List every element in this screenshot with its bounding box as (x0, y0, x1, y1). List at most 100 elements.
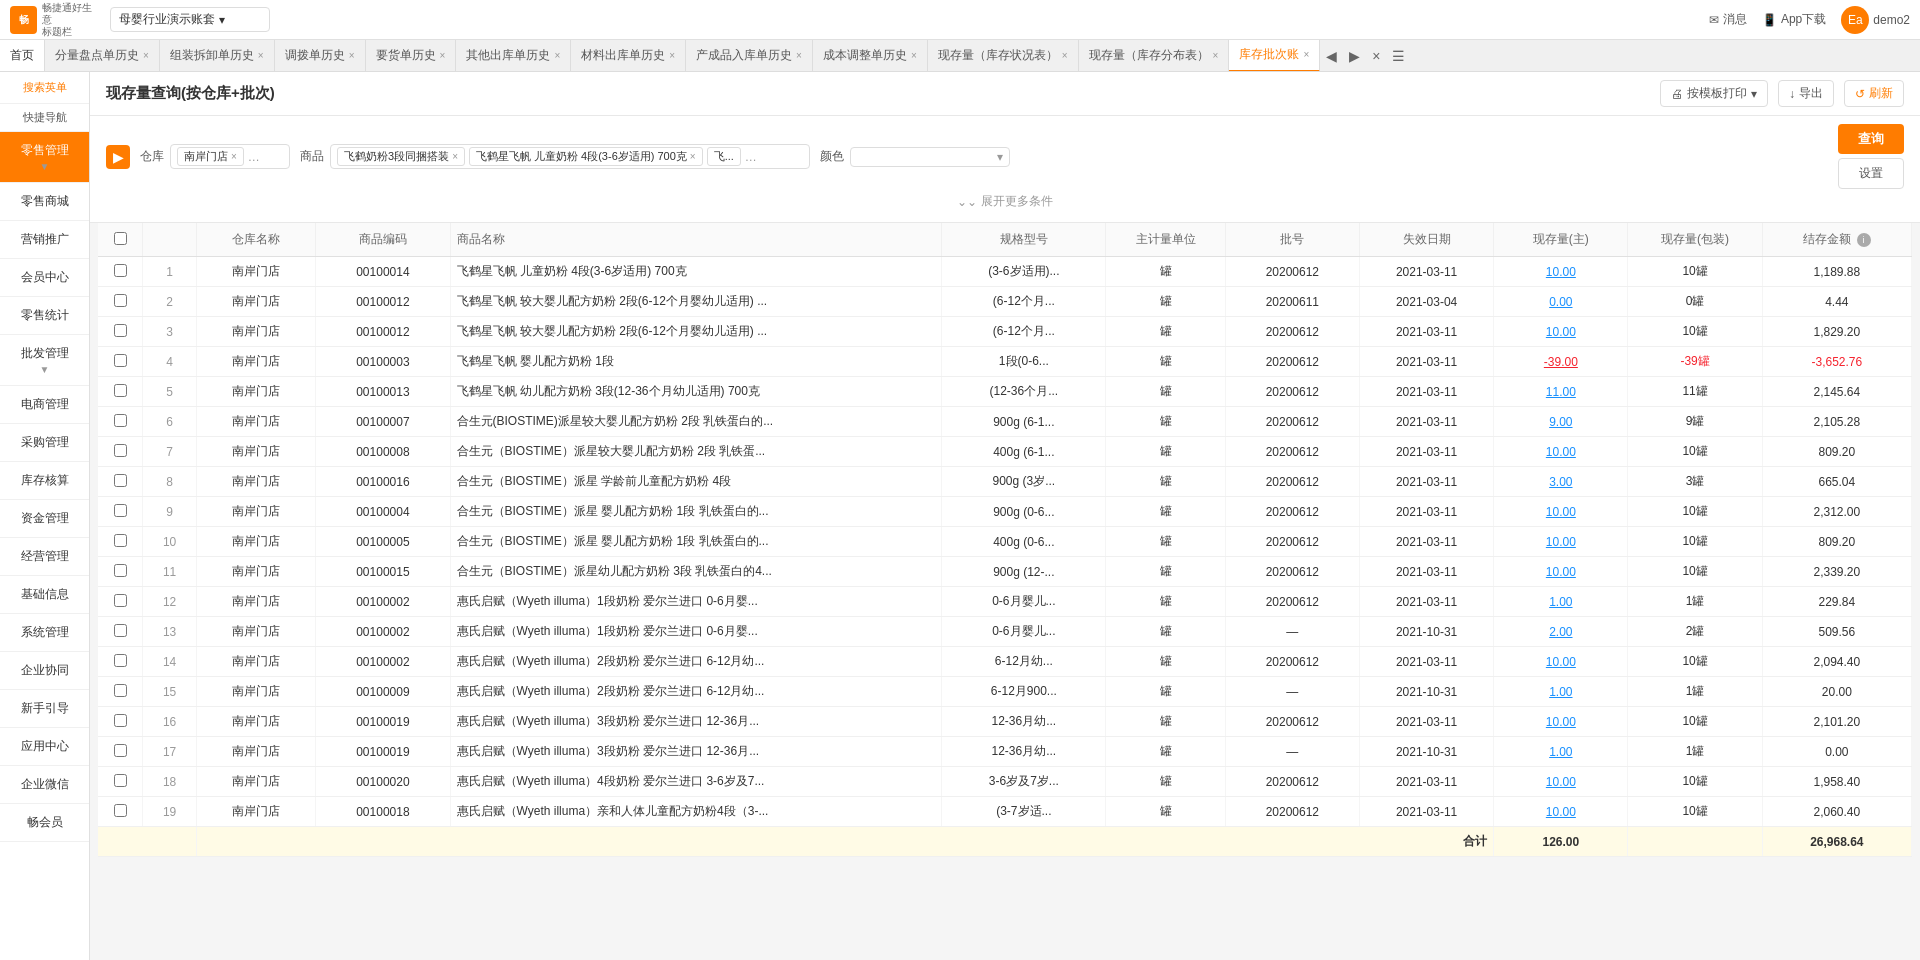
row-checkbox[interactable] (114, 684, 127, 697)
row-checkbox-cell[interactable] (98, 407, 143, 437)
row-checkbox-cell[interactable] (98, 287, 143, 317)
row-checkbox[interactable] (114, 594, 127, 607)
sidebar-item-inventory[interactable]: 库存核算 (0, 462, 89, 500)
row-stock-main[interactable]: 10.00 (1494, 767, 1628, 797)
sidebar-item-vip[interactable]: 畅会员 (0, 804, 89, 842)
warehouse-tag-container[interactable]: 南岸门店 × … (170, 144, 290, 169)
refresh-button[interactable]: ↺ 刷新 (1844, 80, 1904, 107)
close-icon[interactable]: × (349, 50, 355, 61)
row-checkbox-cell[interactable] (98, 737, 143, 767)
select-all-checkbox[interactable] (114, 232, 127, 245)
close-icon[interactable]: × (258, 50, 264, 61)
sidebar-item-system[interactable]: 系统管理 (0, 614, 89, 652)
sidebar-item-app-center[interactable]: 应用中心 (0, 728, 89, 766)
tab-prev-btn[interactable]: ◀ (1320, 48, 1343, 64)
row-stock-main[interactable]: 10.00 (1494, 257, 1628, 287)
tab-menu-btn[interactable]: ☰ (1386, 48, 1411, 64)
row-stock-main[interactable]: 10.00 (1494, 527, 1628, 557)
row-checkbox[interactable] (114, 654, 127, 667)
row-checkbox[interactable] (114, 444, 127, 457)
more-product-options[interactable]: … (745, 150, 757, 164)
row-checkbox[interactable] (114, 354, 127, 367)
close-icon[interactable]: × (554, 50, 560, 61)
sidebar-item-finance[interactable]: 资金管理 (0, 500, 89, 538)
row-checkbox[interactable] (114, 474, 127, 487)
sidebar-item-retail-stats[interactable]: 零售统计 (0, 297, 89, 335)
close-icon[interactable]: × (911, 50, 917, 61)
row-checkbox[interactable] (114, 264, 127, 277)
row-stock-main[interactable]: 3.00 (1494, 467, 1628, 497)
row-stock-main[interactable]: 1.00 (1494, 737, 1628, 767)
sidebar-item-basic-info[interactable]: 基础信息 (0, 576, 89, 614)
row-checkbox-cell[interactable] (98, 317, 143, 347)
sidebar-quick-nav[interactable]: 快捷导航 (0, 104, 89, 132)
sidebar-item-purchase[interactable]: 采购管理 (0, 424, 89, 462)
close-icon[interactable]: × (143, 50, 149, 61)
user-profile[interactable]: Ea demo2 (1841, 6, 1910, 34)
tab-diaob[interactable]: 调拨单历史 × (275, 40, 366, 72)
row-checkbox-cell[interactable] (98, 467, 143, 497)
row-checkbox-cell[interactable] (98, 797, 143, 827)
remove-product-tag-2[interactable]: × (690, 151, 696, 162)
row-checkbox-cell[interactable] (98, 587, 143, 617)
remove-product-tag-1[interactable]: × (452, 151, 458, 162)
row-checkbox-cell[interactable] (98, 617, 143, 647)
row-stock-main[interactable]: 10.00 (1494, 707, 1628, 737)
expand-more-button[interactable]: ⌄⌄ 展开更多条件 (106, 189, 1904, 214)
row-stock-main[interactable]: 1.00 (1494, 587, 1628, 617)
filter-expand-button[interactable]: ▶ (106, 145, 130, 169)
export-button[interactable]: ↓ 导出 (1778, 80, 1834, 107)
row-stock-main[interactable]: 1.00 (1494, 677, 1628, 707)
row-checkbox-cell[interactable] (98, 497, 143, 527)
org-selector[interactable]: 母婴行业演示账套 ▾ (110, 7, 270, 32)
setting-button[interactable]: 设置 (1838, 158, 1904, 189)
sidebar-search[interactable]: 搜索英单 (0, 72, 89, 104)
row-stock-main[interactable]: 10.00 (1494, 497, 1628, 527)
row-checkbox-cell[interactable] (98, 707, 143, 737)
tab-stock-batch[interactable]: 库存批次账 × (1229, 40, 1320, 72)
row-stock-main[interactable]: 10.00 (1494, 317, 1628, 347)
row-checkbox-cell[interactable] (98, 257, 143, 287)
row-checkbox[interactable] (114, 324, 127, 337)
row-stock-main[interactable]: 10.00 (1494, 797, 1628, 827)
row-checkbox-cell[interactable] (98, 377, 143, 407)
close-icon[interactable]: × (1062, 50, 1068, 61)
tab-yaohuo[interactable]: 要货单历史 × (366, 40, 457, 72)
row-checkbox-cell[interactable] (98, 347, 143, 377)
close-icon[interactable]: × (1213, 50, 1219, 61)
row-checkbox-cell[interactable] (98, 437, 143, 467)
sidebar-item-ecommerce[interactable]: 电商管理 (0, 386, 89, 424)
close-icon[interactable]: × (440, 50, 446, 61)
row-checkbox[interactable] (114, 744, 127, 757)
row-checkbox-cell[interactable] (98, 677, 143, 707)
color-tag-container[interactable]: ▾ (850, 147, 1010, 167)
sidebar-item-wholesale[interactable]: 批发管理 ▼ (0, 335, 89, 386)
row-checkbox[interactable] (114, 414, 127, 427)
sidebar-item-wechat-work[interactable]: 企业微信 (0, 766, 89, 804)
tab-qita[interactable]: 其他出库单历史 × (456, 40, 571, 72)
row-stock-main[interactable]: 2.00 (1494, 617, 1628, 647)
tab-cailiao[interactable]: 材料出库单历史 × (571, 40, 686, 72)
row-stock-main[interactable]: -39.00 (1494, 347, 1628, 377)
tab-home[interactable]: 首页 (0, 40, 45, 72)
row-stock-main[interactable]: 10.00 (1494, 647, 1628, 677)
sidebar-item-operations[interactable]: 经营管理 (0, 538, 89, 576)
row-checkbox[interactable] (114, 384, 127, 397)
tab-fenpan[interactable]: 分量盘点单历史 × (45, 40, 160, 72)
remove-warehouse-tag[interactable]: × (231, 151, 237, 162)
more-options-icon[interactable]: … (248, 150, 260, 164)
sidebar-item-collab[interactable]: 企业协同 (0, 652, 89, 690)
close-icon[interactable]: × (796, 50, 802, 61)
row-checkbox[interactable] (114, 624, 127, 637)
row-checkbox[interactable] (114, 294, 127, 307)
sidebar-item-retail-mall[interactable]: 零售商城 (0, 183, 89, 221)
row-checkbox-cell[interactable] (98, 527, 143, 557)
row-checkbox-cell[interactable] (98, 767, 143, 797)
message-btn[interactable]: ✉ 消息 (1709, 11, 1747, 28)
col-check-header[interactable] (98, 223, 143, 257)
row-stock-main[interactable]: 10.00 (1494, 557, 1628, 587)
template-print-button[interactable]: 🖨 按模板打印 ▾ (1660, 80, 1768, 107)
row-stock-main[interactable]: 0.00 (1494, 287, 1628, 317)
amount-info-icon[interactable]: i (1857, 233, 1871, 247)
query-button[interactable]: 查询 (1838, 124, 1904, 154)
